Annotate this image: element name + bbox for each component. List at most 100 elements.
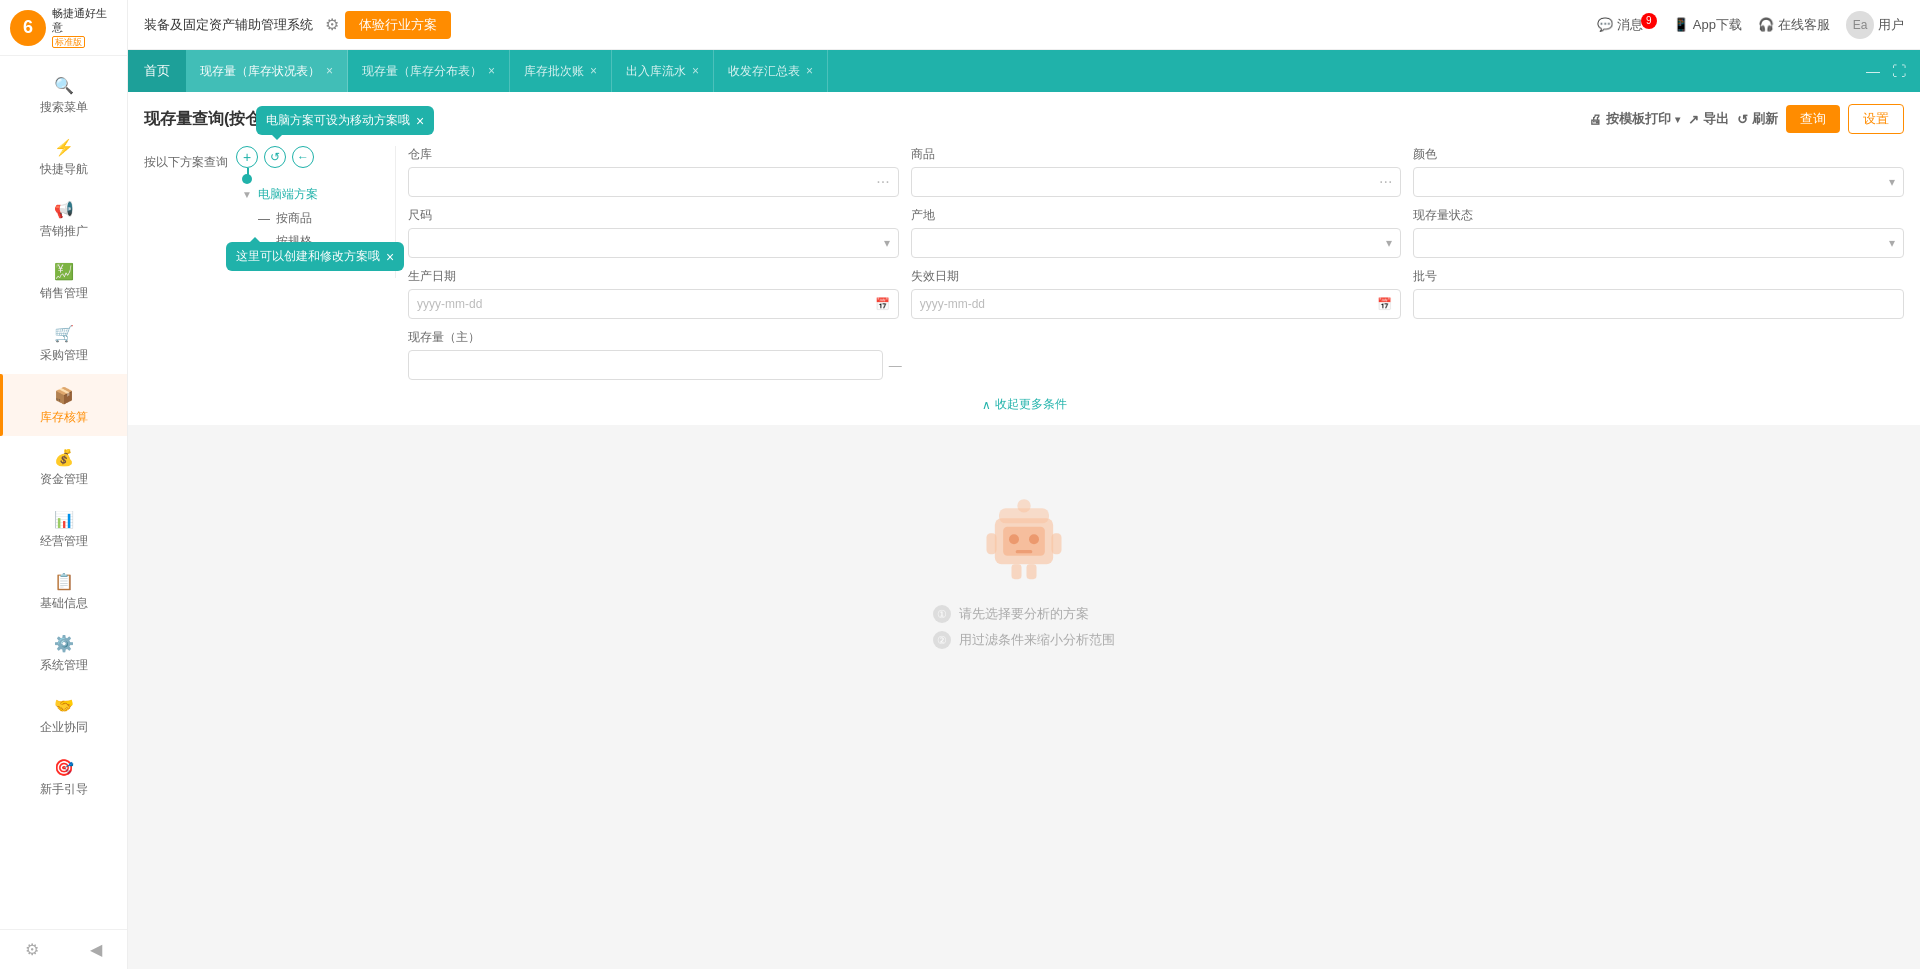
tab-close-batch-account[interactable]: × — [590, 64, 597, 78]
sidebar-item-label: 系统管理 — [40, 657, 88, 674]
product-label: 商品 — [911, 146, 1402, 163]
tab-receive-summary[interactable]: 收发存汇总表 × — [714, 50, 828, 92]
tooltip-edit-close[interactable]: × — [386, 249, 394, 265]
industry-solution-btn[interactable]: 体验行业方案 — [345, 11, 451, 39]
svg-point-2 — [1009, 534, 1019, 544]
filter-exp-date: 失效日期 yyyy-mm-dd 📅 — [911, 268, 1402, 319]
sidebar-item-inventory[interactable]: 📦 库存核算 — [0, 374, 127, 436]
sidebar-item-marketing[interactable]: 📢 营销推广 — [0, 188, 127, 250]
sidebar-item-label: 资金管理 — [40, 471, 88, 488]
sidebar-item-quicknav[interactable]: ⚡ 快捷导航 — [0, 126, 127, 188]
filter-stock-qty: 现存量（主） — — [408, 329, 902, 380]
scheme-refresh-btn[interactable]: ↺ — [264, 146, 286, 168]
query-btn[interactable]: 查询 — [1786, 105, 1840, 133]
tab-home[interactable]: 首页 — [128, 50, 186, 92]
sidebar-item-system[interactable]: ⚙️ 系统管理 — [0, 622, 127, 684]
svg-point-3 — [1029, 534, 1039, 544]
tab-close-inventory-status[interactable]: × — [326, 64, 333, 78]
settings-btn[interactable]: 设置 — [1848, 104, 1904, 134]
scheme-add-btn[interactable]: + — [236, 146, 258, 168]
tab-batch-account[interactable]: 库存批次账 × — [510, 50, 612, 92]
print-icon: 🖨 — [1589, 112, 1602, 127]
support-btn[interactable]: 🎧 在线客服 — [1758, 16, 1830, 34]
sidebar-item-enterprise[interactable]: 🤝 企业协同 — [0, 684, 127, 746]
query-section: 按以下方案查询 + ↺ ← 电脑方案可设为移动方案哦 × — [144, 146, 1904, 388]
stock-qty-label: 现存量（主） — [408, 329, 902, 346]
warehouse-input[interactable]: ··· — [408, 167, 899, 197]
filter-warehouse: 仓库 ··· — [408, 146, 899, 197]
print-btn[interactable]: 🖨 按模板打印 ▾ — [1589, 110, 1680, 128]
exp-date-label: 失效日期 — [911, 268, 1402, 285]
sidebar-item-operations[interactable]: 📊 经营管理 — [0, 498, 127, 560]
svg-rect-4 — [1016, 550, 1033, 553]
sidebar-item-finance[interactable]: 💰 资金管理 — [0, 436, 127, 498]
chevron-down-icon: ▾ — [1675, 114, 1680, 125]
chevron-down-icon: ▾ — [1889, 175, 1895, 189]
prod-date-label: 生产日期 — [408, 268, 899, 285]
filter-panel: 现存量查询(按仓库+商品) 🖨 按模板打印 ▾ ↗ 导出 ↺ 刷新 — [128, 92, 1920, 425]
sales-icon: 💹 — [53, 260, 75, 282]
tab-close-in-out-flow[interactable]: × — [692, 64, 699, 78]
page-actions: 🖨 按模板打印 ▾ ↗ 导出 ↺ 刷新 查询 设置 — [1589, 104, 1904, 134]
stock-status-select[interactable]: ▾ — [1413, 228, 1904, 258]
logo-icon: 6 — [10, 10, 46, 46]
refresh-btn[interactable]: ↺ 刷新 — [1737, 110, 1778, 128]
tab-fullscreen-btn[interactable]: ⛶ — [1888, 61, 1910, 81]
batch-no-input[interactable] — [1413, 289, 1904, 319]
sidebar-item-basic[interactable]: 📋 基础信息 — [0, 560, 127, 622]
scheme-panel: + ↺ ← 电脑方案可设为移动方案哦 × — [236, 146, 396, 278]
bullet-icon: — — [258, 212, 270, 226]
sidebar-item-label: 搜索菜单 — [40, 99, 88, 116]
sidebar-nav: 🔍 搜索菜单 ⚡ 快捷导航 📢 营销推广 💹 销售管理 🛒 采购管理 📦 库存核… — [0, 56, 127, 929]
tab-in-out-flow[interactable]: 出入库流水 × — [612, 50, 714, 92]
filter-row-4: 现存量（主） — — [408, 329, 1904, 380]
step-num-1: ① — [933, 605, 951, 623]
stock-qty-min-input[interactable] — [408, 350, 883, 380]
export-btn[interactable]: ↗ 导出 — [1688, 110, 1729, 128]
prod-date-input[interactable]: yyyy-mm-dd 📅 — [408, 289, 899, 319]
purchase-icon: 🛒 — [53, 322, 75, 344]
product-input[interactable]: ··· — [911, 167, 1402, 197]
quicknav-icon: ⚡ — [53, 136, 75, 158]
sidebar-item-label: 经营管理 — [40, 533, 88, 550]
color-select[interactable]: ▾ — [1413, 167, 1904, 197]
calendar-icon: 📅 — [875, 297, 890, 311]
basic-icon: 📋 — [53, 570, 75, 592]
scheme-arrow-btn[interactable]: ← — [292, 146, 314, 168]
sidebar-item-guide[interactable]: 🎯 新手引导 — [0, 746, 127, 808]
origin-select[interactable]: ▾ — [911, 228, 1402, 258]
tab-minus-btn[interactable]: — — [1862, 61, 1884, 81]
scheme-controls: + ↺ ← 电脑方案可设为移动方案哦 × — [236, 146, 383, 168]
tab-close-inventory-dist[interactable]: × — [488, 64, 495, 78]
empty-step-1: ① 请先选择要分析的方案 — [933, 605, 1115, 623]
query-label: 按以下方案查询 — [144, 146, 228, 171]
filter-product: 商品 ··· — [911, 146, 1402, 197]
message-btn[interactable]: 💬 消息 9 — [1597, 16, 1657, 34]
sidebar: 6 畅捷通好生意 标准版 🔍 搜索菜单 ⚡ 快捷导航 📢 营销推广 💹 销售管理… — [0, 0, 128, 969]
message-icon: 💬 — [1597, 17, 1613, 32]
search-icon: 🔍 — [53, 74, 75, 96]
scheme-sub-by-product[interactable]: — 按商品 — [252, 207, 383, 230]
sidebar-settings-btn[interactable]: ⚙ — [25, 940, 39, 959]
refresh-icon: ↺ — [1737, 112, 1748, 127]
size-select[interactable]: ▾ — [408, 228, 899, 258]
sidebar-collapse-btn[interactable]: ◀ — [90, 940, 102, 959]
filter-fields: 仓库 ··· 商品 ··· — [408, 146, 1904, 388]
chevron-down-icon: ▾ — [1386, 236, 1392, 250]
scheme-desktop[interactable]: ▼ 电脑端方案 — [236, 182, 383, 207]
sidebar-item-search[interactable]: 🔍 搜索菜单 — [0, 64, 127, 126]
collapse-btn[interactable]: ∧ 收起更多条件 — [982, 396, 1067, 413]
tooltip-desktop-close[interactable]: × — [416, 113, 424, 129]
svg-rect-5 — [1012, 564, 1022, 579]
exp-date-input[interactable]: yyyy-mm-dd 📅 — [911, 289, 1402, 319]
system-name: 装备及固定资产辅助管理系统 — [144, 16, 313, 34]
tab-inventory-dist[interactable]: 现存量（库存分布表） × — [348, 50, 510, 92]
system-icon: ⚙️ — [53, 632, 75, 654]
tab-inventory-status[interactable]: 现存量（库存状况表） × — [186, 50, 348, 92]
settings-gear-btn[interactable]: ⚙ — [325, 15, 339, 34]
sidebar-item-sales[interactable]: 💹 销售管理 — [0, 250, 127, 312]
tab-close-receive-summary[interactable]: × — [806, 64, 813, 78]
sidebar-item-purchase[interactable]: 🛒 采购管理 — [0, 312, 127, 374]
user-avatar-btn[interactable]: Ea 用户 — [1846, 11, 1904, 39]
app-download-btn[interactable]: 📱 App下载 — [1673, 16, 1742, 34]
